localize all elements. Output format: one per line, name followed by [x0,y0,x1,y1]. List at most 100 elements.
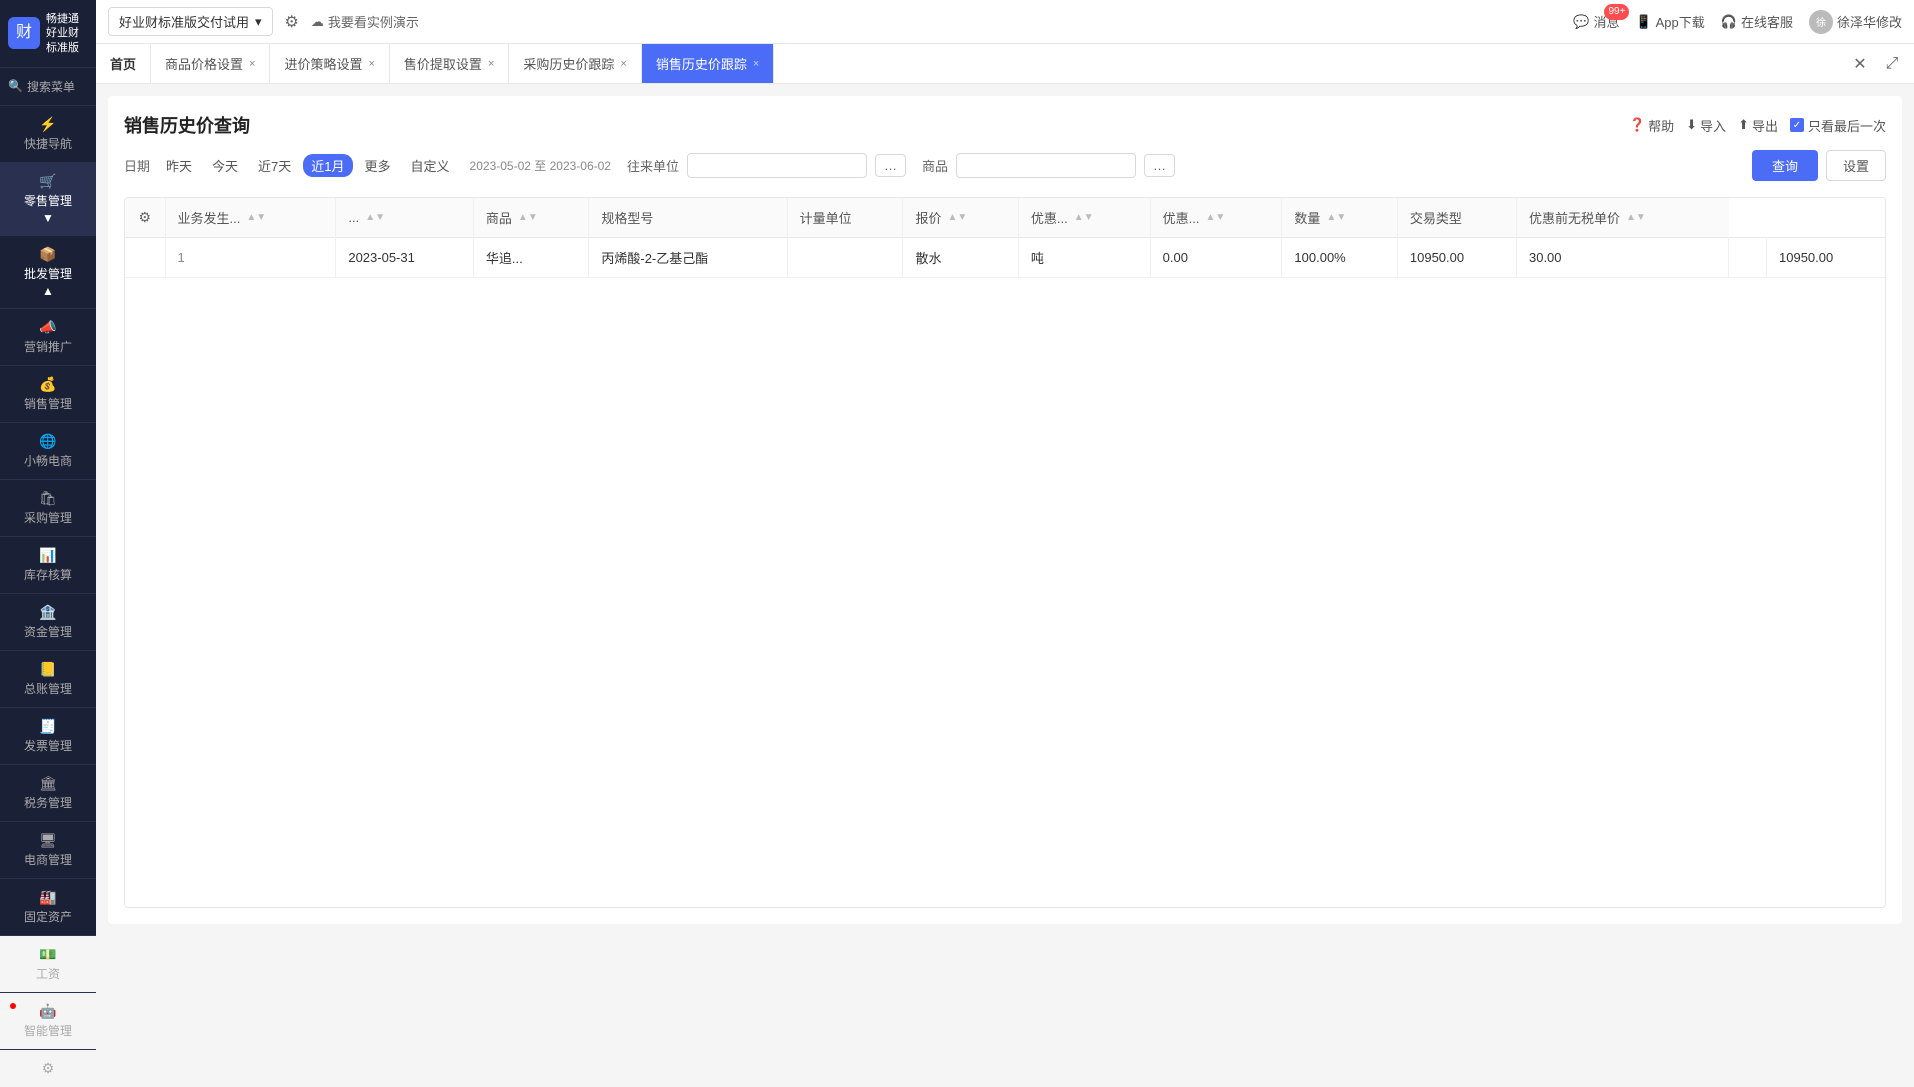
cell-spec [787,238,903,278]
app-download-btn[interactable]: 📱 App下载 [1635,12,1704,31]
version-selector[interactable]: 好业财标准版交付试用 ▾ [108,7,273,36]
sidebar-search[interactable]: 🔍 搜索菜单 [0,68,96,106]
sort-icon-pre-discount-price: ▲▼ [1626,213,1646,223]
th-quantity-label: 数量 [1294,208,1320,227]
online-service-btn[interactable]: 🎧 在线客服 [1721,12,1793,31]
tab-purchase-strategy[interactable]: 进价策略设置 × [270,44,389,84]
tab-purchase-strategy-close[interactable]: × [368,58,374,70]
settings-filter-btn[interactable]: 设置 [1826,150,1886,181]
demo-link[interactable]: ☁ 我要看实例演示 [311,12,419,31]
sidebar-item-quick-nav[interactable]: ⚡ 快捷导航 [0,106,96,163]
cell-pre-discount-price: 10950.00 [1767,238,1885,278]
tab-home[interactable]: 首页 [96,44,151,84]
tab-sales-history-close[interactable]: × [753,58,759,70]
ecommerce-icon: 🌐 [39,433,56,450]
sidebar-item-ec-mgmt[interactable]: 🖥 电商管理 [0,822,96,879]
sidebar-item-finance[interactable]: 🏦 资金管理 [0,594,96,651]
topbar-settings-btn[interactable]: ⚙ [281,8,303,36]
date-range-display: 2023-05-02 至 2023-06-02 [470,157,611,174]
sidebar-item-tax[interactable]: 🏛 税务管理 [0,765,96,822]
th-pre-discount-price[interactable]: 优惠前无税单价 ▲▼ [1516,198,1728,238]
product-ellipsis-btn[interactable]: … [1144,154,1175,177]
column-settings-icon[interactable]: ⚙ [138,209,151,225]
user-info[interactable]: 徐 徐泽华修改 [1809,10,1902,34]
cell-product: 丙烯酸-2-乙基己酯 [589,238,787,278]
sidebar-item-retail[interactable]: 🛒 零售管理 ▼ [0,163,96,236]
sidebar-item-ecommerce[interactable]: 🌐 小畅电商 [0,423,96,480]
finance-icon: 🏦 [39,604,56,621]
expand-window-icon: ⤢ [1886,55,1899,73]
table-body: 1 2023-05-31 华追... 丙烯酸-2-乙基己酯 散水 吨 0.00 … [125,238,1885,278]
product-filter-group: 商品 … [922,153,1175,178]
th-discount1[interactable]: 优惠... ▲▼ [1018,198,1150,238]
table-header-row: ⚙ 业务发生... ▲▼ ... [125,198,1885,238]
th-business-date[interactable]: 业务发生... ▲▼ [165,198,336,238]
cell-quantity: 30.00 [1516,238,1728,278]
main-content: 好业财标准版交付试用 ▾ ⚙ ☁ 我要看实例演示 💬 消息 99+ 📱 App下… [96,0,1914,936]
sidebar-settings-icon: ⚙ [42,1060,55,1076]
only-last-checkbox[interactable]: ✓ [1790,118,1804,132]
only-last-checkbox-label[interactable]: ✓ 只看最后一次 [1790,116,1886,135]
source-unit-label: 往来单位 [627,156,679,175]
help-btn[interactable]: ❓ 帮助 [1629,116,1674,135]
th-more1[interactable]: ... ▲▼ [336,198,474,238]
sidebar-item-inventory[interactable]: 📊 库存核算 [0,537,96,594]
tab-product-price[interactable]: 商品价格设置 × [151,44,270,84]
page-actions: ❓ 帮助 ⬇ 导入 ⬆ 导出 ✓ 只看最后一次 [1629,116,1886,135]
th-quantity[interactable]: 数量 ▲▼ [1282,198,1397,238]
th-product[interactable]: 商品 ▲▼ [473,198,588,238]
sidebar-item-fixed-assets[interactable]: 🏭 固定资产 [0,879,96,936]
message-btn[interactable]: 💬 消息 99+ [1573,12,1619,31]
th-spec-label: 规格型号 [601,208,653,227]
help-icon: ❓ [1629,117,1645,133]
sidebar-item-purchase[interactable]: 🛍 采购管理 [0,480,96,537]
export-btn[interactable]: ⬆ 导出 [1738,116,1778,135]
tab-expand-window-btn[interactable]: ⤢ [1878,50,1906,78]
tab-purchase-history[interactable]: 采购历史价跟踪 × [509,44,641,84]
tab-price-extract[interactable]: 售价提取设置 × [390,44,509,84]
date-opt-today[interactable]: 今天 [204,154,246,177]
quick-nav-icon: ⚡ [39,116,56,133]
cell-settings [125,238,165,278]
th-discount2[interactable]: 优惠... ▲▼ [1150,198,1282,238]
sidebar-item-salary[interactable]: 💵 工资 [0,936,96,993]
sales-icon: 💰 [39,376,56,393]
sidebar-logo: 财 畅捷通好业财 标准版 [0,0,96,68]
sidebar-item-invoice[interactable]: 🧾 发票管理 [0,708,96,765]
tab-product-price-close[interactable]: × [249,58,255,70]
sidebar-item-marketing[interactable]: 📣 营销推广 [0,309,96,366]
cloud-icon: ☁ [311,14,324,30]
sidebar-item-wholesale[interactable]: 📦 批发管理 ▲ [0,236,96,309]
sidebar-item-ledger[interactable]: 📒 总账管理 [0,651,96,708]
tab-purchase-history-close[interactable]: × [620,58,626,70]
tab-price-extract-close[interactable]: × [488,58,494,70]
sidebar-settings-btn[interactable]: ⚙ [0,1050,96,1087]
source-unit-ellipsis-btn[interactable]: … [875,154,906,177]
product-input[interactable] [956,153,1136,178]
date-filter-label: 日期 [124,156,150,175]
table-row[interactable]: 1 2023-05-31 华追... 丙烯酸-2-乙基己酯 散水 吨 0.00 … [125,238,1885,278]
query-btn[interactable]: 查询 [1752,150,1818,181]
date-opt-yesterday[interactable]: 昨天 [158,154,200,177]
source-unit-filter-group: 往来单位 … [627,153,906,178]
th-spec: 规格型号 [589,198,787,238]
sidebar-item-ai-mgmt[interactable]: 🤖 智能管理 [0,993,96,1050]
sidebar-item-sales[interactable]: 💰 销售管理 [0,366,96,423]
th-settings[interactable]: ⚙ [125,198,165,238]
sort-icon-quantity: ▲▼ [1326,213,1346,223]
date-opt-more[interactable]: 更多 [357,154,399,177]
tab-close-window-btn[interactable]: ✕ [1846,50,1874,78]
fixed-assets-icon: 🏭 [39,889,56,906]
close-window-icon: ✕ [1853,54,1866,74]
th-price[interactable]: 报价 ▲▼ [903,198,1018,238]
date-opt-1month[interactable]: 近1月 [303,154,352,177]
tab-sales-history[interactable]: 销售历史价跟踪 × [642,44,774,84]
date-opt-7days[interactable]: 近7天 [250,154,299,177]
date-opt-custom[interactable]: 自定义 [403,154,458,177]
message-icon: 💬 [1573,14,1589,30]
th-unit-label: 计量单位 [800,208,852,227]
salary-icon: 💵 [39,946,56,963]
source-unit-input[interactable] [687,153,867,178]
import-btn[interactable]: ⬇ 导入 [1686,116,1726,135]
th-price-label: 报价 [915,208,941,227]
